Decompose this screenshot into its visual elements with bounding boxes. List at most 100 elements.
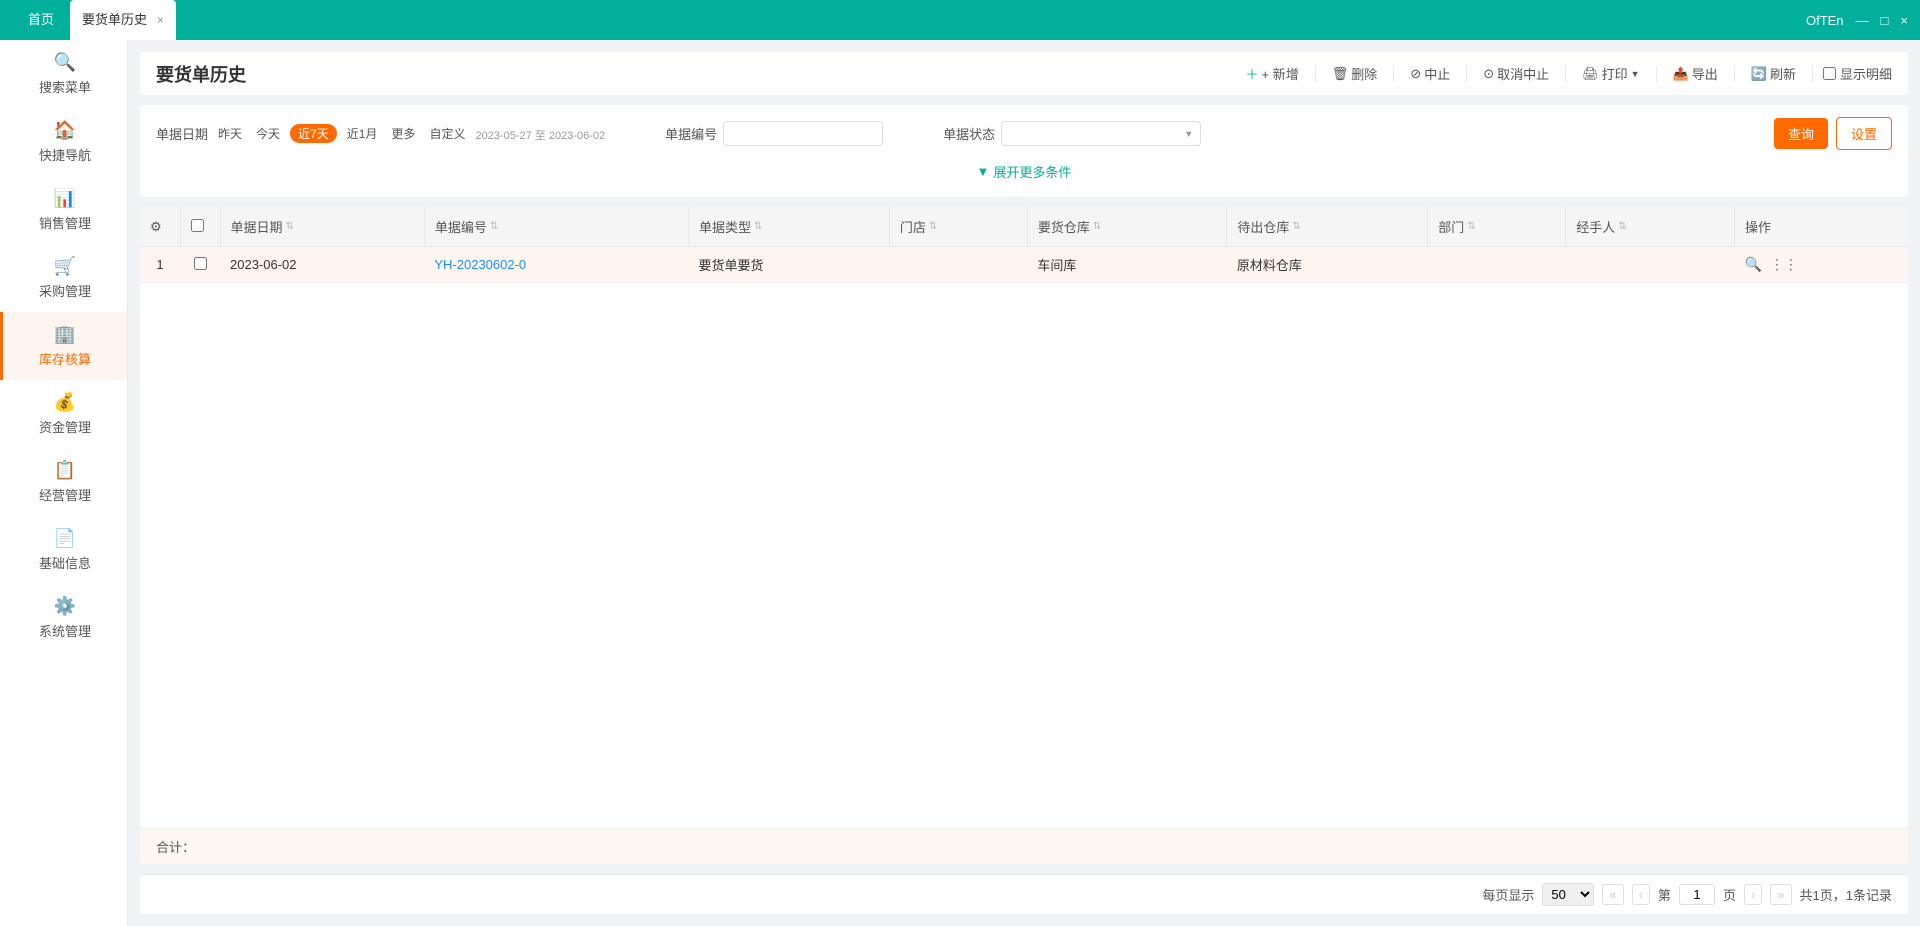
action-icons: 🔍 ⋮⋮ [1744,256,1898,273]
col-req-warehouse-sort[interactable]: 要货仓库 ⇅ [1038,217,1216,236]
col-operation: 操作 [1734,207,1908,247]
refresh-button[interactable]: 🔄 刷新 [1745,60,1802,87]
last-page-btn[interactable]: » [1770,884,1791,905]
col-pending-warehouse-sort[interactable]: 待出仓库 ⇅ [1237,217,1417,236]
col-bill-no-sort[interactable]: 单据编号 ⇅ [435,217,678,236]
inventory-icon: 🏢 [54,324,76,345]
status-select[interactable]: 待审核 已审核 已中止 [1001,121,1201,146]
new-button[interactable]: ＋ + 新增 [1240,60,1305,87]
row-handler [1566,247,1735,283]
col-bill-type-sort[interactable]: 单据类型 ⇅ [699,217,879,236]
col-date-sort[interactable]: 单据日期 ⇅ [231,217,414,236]
sidebar-item-operations[interactable]: 📋 经营管理 [0,448,127,516]
minimize-btn[interactable]: — [1856,13,1869,28]
tab-close-btn[interactable]: × [157,0,164,40]
top-bar-right: OfTEn — □ × [1806,13,1908,28]
select-all-checkbox[interactable] [191,219,204,232]
page-size-label: 每页显示 [1482,885,1534,904]
col-settings[interactable]: ⚙ [140,207,180,247]
print-button[interactable]: 🖨 打印 ▼ [1576,60,1645,87]
cancel-stop-button[interactable]: ⊙ 取消中止 [1477,60,1555,87]
operations-icon: 📋 [54,460,76,481]
pagination-bar: 每页显示 50 10 20 100 « ‹ 第 页 › » 共1页，1条记录 [140,874,1908,914]
filter-area: 单据日期 昨天 今天 近7天 近1月 更多 自定义 2023-05-27 至 2… [140,105,1908,197]
page-size-select[interactable]: 50 10 20 100 [1542,883,1594,906]
page-header: 要货单历史 ＋ + 新增 🗑 删除 ⊘ 中止 ⊙ [140,52,1908,95]
window-close-btn[interactable]: × [1900,13,1908,28]
shortcut-yesterday[interactable]: 昨天 [214,124,246,143]
system-icon: ⚙️ [54,596,76,617]
refresh-label: 刷新 [1770,64,1796,83]
tab-active-label: 要货单历史 [82,0,147,40]
new-icon: ＋ [1246,64,1259,83]
delete-button[interactable]: 🗑 删除 [1326,60,1384,87]
expand-more-btn[interactable]: ▼ 展开更多条件 [156,158,1892,185]
refresh-icon: 🔄 [1751,66,1767,82]
tab-home[interactable]: 首页 [12,0,70,40]
bill-no-sort-icon: ⇅ [490,221,498,232]
table-body: 1 2023-06-02 YH-20230602-0 要货单要货 车间库 原材料… [140,247,1908,283]
setting-button[interactable]: 设置 [1836,117,1892,150]
sidebar-item-finance[interactable]: 💰 资金管理 [0,380,127,448]
often-label[interactable]: OfTEn [1806,13,1844,28]
bill-no-input[interactable] [723,121,883,146]
print-dropdown-icon: ▼ [1631,69,1640,79]
row-checkbox-cell [180,247,220,283]
sidebar-item-system[interactable]: ⚙️ 系统管理 [0,584,127,652]
col-store-sort[interactable]: 门店 ⇅ [900,217,1017,236]
sidebar-item-purchase[interactable]: 🛒 采购管理 [0,244,127,312]
date-label: 单据日期 [156,124,208,143]
dept-sort-icon: ⇅ [1467,221,1475,232]
display-detail-checkbox[interactable]: 显示明细 [1823,64,1892,83]
col-dept-label: 部门 [1438,217,1464,236]
purchase-icon: 🛒 [54,256,76,277]
shortcut-today[interactable]: 今天 [252,124,284,143]
table-area: ⚙ 单据日期 ⇅ 单据编号 ⇅ [140,207,1908,864]
tab-active[interactable]: 要货单历史 × [70,0,176,40]
top-bar: 首页 要货单历史 × OfTEn — □ × [0,0,1920,40]
col-pending-warehouse-label: 待出仓库 [1237,217,1289,236]
sidebar-item-basicinfo[interactable]: 📄 基础信息 [0,516,127,584]
filter-row-1: 单据日期 昨天 今天 近7天 近1月 更多 自定义 2023-05-27 至 2… [156,117,1892,150]
col-handler-label: 经手人 [1576,217,1615,236]
next-page-btn[interactable]: › [1744,884,1762,905]
col-handler: 经手人 ⇅ [1566,207,1735,247]
sidebar-item-search[interactable]: 🔍 搜索菜单 [0,40,127,108]
shortcut-more[interactable]: 更多 [387,124,419,143]
req-warehouse-sort-icon: ⇅ [1093,221,1101,232]
query-button[interactable]: 查询 [1774,118,1828,149]
view-action-icon[interactable]: 🔍 [1744,256,1761,273]
stop-button[interactable]: ⊘ 中止 [1404,60,1456,87]
shortcut-custom[interactable]: 自定义 [425,124,469,143]
display-detail-check[interactable] [1823,67,1836,80]
col-bill-type: 单据类型 ⇅ [689,207,890,247]
col-bill-no: 单据编号 ⇅ [424,207,688,247]
shortcut-7days[interactable]: 近7天 [290,124,337,143]
prev-page-btn[interactable]: ‹ [1632,884,1650,905]
search-menu-icon: 🔍 [54,52,76,73]
export-button[interactable]: 📤 导出 [1667,60,1724,87]
col-handler-sort[interactable]: 经手人 ⇅ [1576,217,1724,236]
more-action-icon[interactable]: ⋮⋮ [1770,256,1798,273]
total-info: 共1页，1条记录 [1800,885,1892,904]
sidebar-item-quicknav[interactable]: 🏠 快捷导航 [0,108,127,176]
row-bill-no-link[interactable]: YH-20230602-0 [434,257,526,272]
sidebar-item-sales[interactable]: 📊 销售管理 [0,176,127,244]
sidebar-item-inventory[interactable]: 🏢 库存核算 [0,312,127,380]
table-head: ⚙ 单据日期 ⇅ 单据编号 ⇅ [140,207,1908,247]
page-input[interactable] [1679,884,1715,905]
col-date-label: 单据日期 [231,217,283,236]
first-page-btn[interactable]: « [1602,884,1623,905]
print-label: 打印 [1602,64,1628,83]
col-pending-warehouse: 待出仓库 ⇅ [1227,207,1428,247]
row-checkbox[interactable] [194,257,207,270]
divider [1315,66,1316,82]
divider5 [1656,66,1657,82]
display-detail-label: 显示明细 [1840,64,1892,83]
col-date: 单据日期 ⇅ [220,207,424,247]
col-dept-sort[interactable]: 部门 ⇅ [1438,217,1555,236]
col-bill-type-label: 单据类型 [699,217,751,236]
shortcut-1month[interactable]: 近1月 [343,124,382,143]
maximize-btn[interactable]: □ [1881,13,1889,28]
col-store: 门店 ⇅ [889,207,1027,247]
